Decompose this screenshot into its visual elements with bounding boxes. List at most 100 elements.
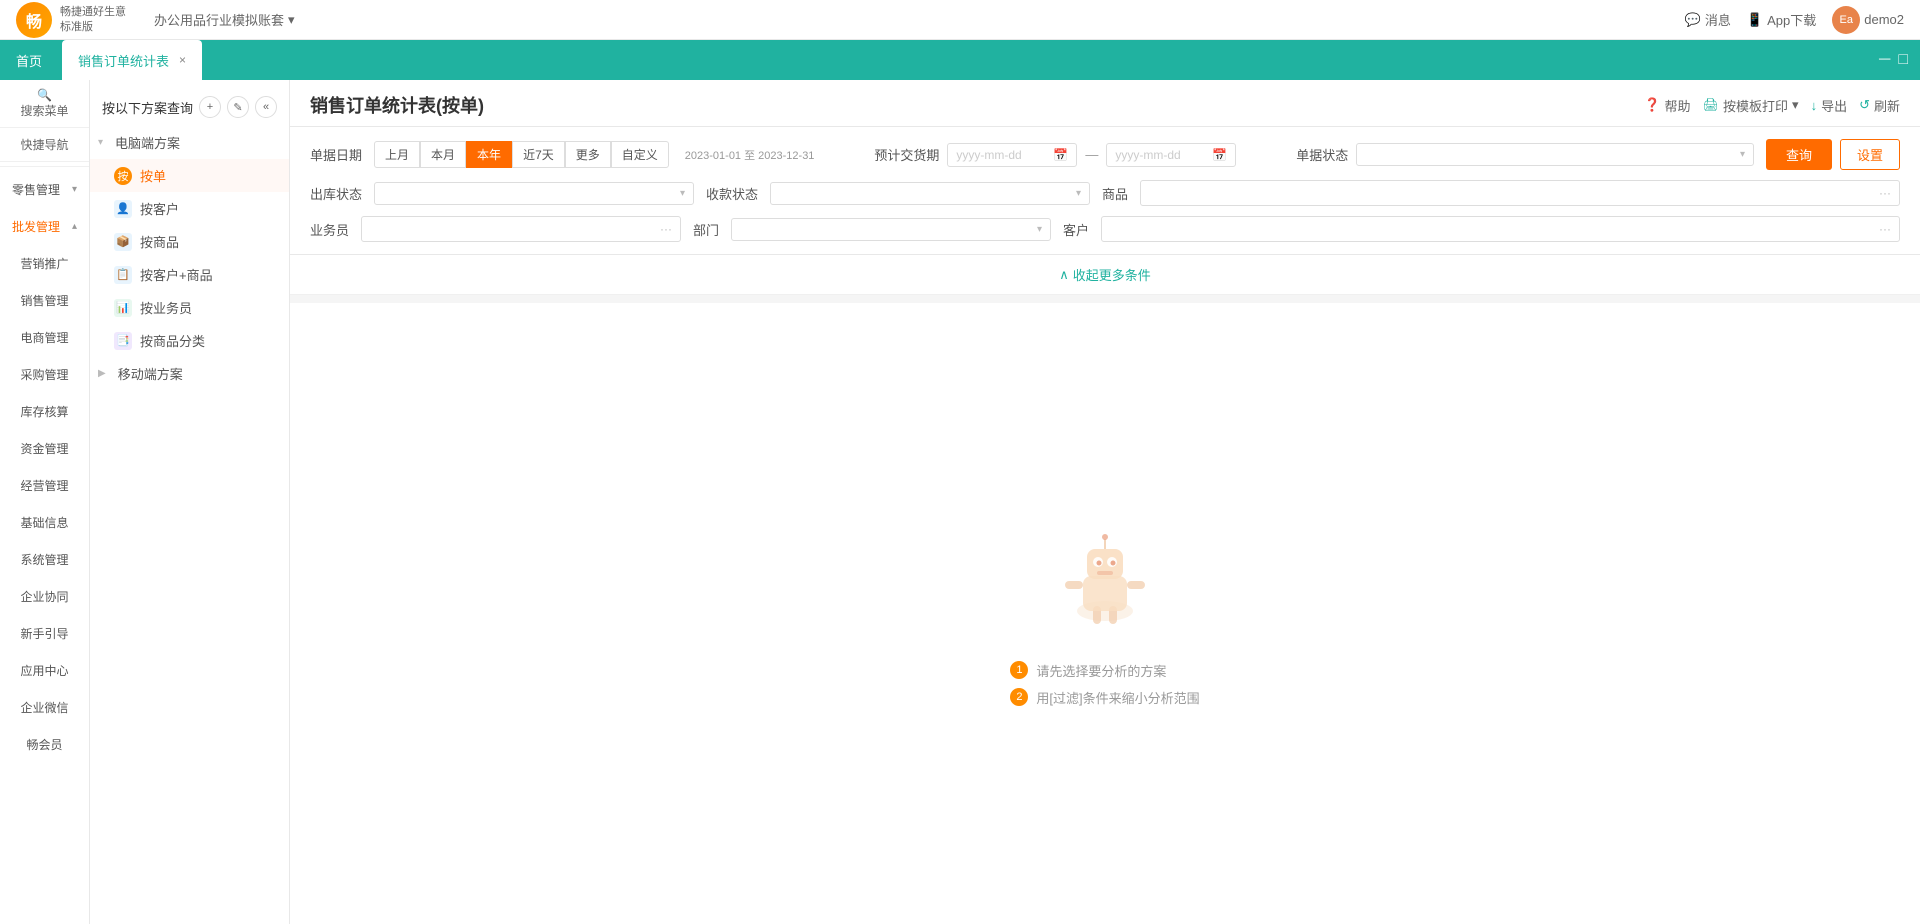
top-bar: 畅 畅捷通好生意 标准版 办公用品行业模拟账套 ▾ 💬 消息 📱 App下载 E… (0, 0, 1920, 40)
date-btn-custom[interactable]: 自定义 (611, 141, 669, 168)
ship-status-select[interactable]: ▾ (374, 182, 694, 205)
sidebar-item-system[interactable]: 系统管理 (0, 541, 89, 578)
business-more-icon: ··· (660, 222, 672, 236)
help-button[interactable]: ❓ 帮助 (1644, 96, 1690, 115)
print-icon: 🖨 (1703, 97, 1720, 113)
sidebar-item-management[interactable]: 经营管理 (0, 467, 89, 504)
sidebar-item-wholesale[interactable]: 批发管理 ▴ (0, 208, 89, 245)
refresh-button[interactable]: ↺ 刷新 (1859, 96, 1900, 115)
page-title: 销售订单统计表(按单) (310, 92, 484, 118)
tab-maximize-icon[interactable]: □ (1898, 51, 1908, 69)
tab-home[interactable]: 首页 (0, 40, 58, 80)
export-icon: ↓ (1811, 98, 1818, 113)
sidebar-search[interactable]: 🔍 搜索菜单 (0, 80, 89, 128)
export-button[interactable]: ↓ 导出 (1811, 96, 1848, 115)
collapse-up-icon: ∧ (1059, 267, 1069, 283)
scheme-item-by-salesperson[interactable]: 📊 按业务员 (90, 291, 289, 324)
template-print-button[interactable]: 🖨 按模板打印 ▾ (1703, 96, 1799, 115)
edit-icon: ✎ (233, 101, 242, 114)
tab-bar: 首页 销售订单统计表 × ─ □ (0, 40, 1920, 80)
scheme-item-by-customer[interactable]: 👤 按客户 (90, 192, 289, 225)
mobile-scheme-group[interactable]: ▶ 移动端方案 (90, 357, 289, 390)
payment-status-label: 收款状态 (706, 184, 758, 203)
customer-label: 客户 (1063, 220, 1089, 239)
message-button[interactable]: 💬 消息 (1685, 10, 1731, 29)
left-panel-header: 按以下方案查询 + ✎ « (90, 88, 289, 126)
wholesale-chevron-icon: ▴ (72, 221, 77, 232)
filter-row-1: 单据日期 上月 本月 本年 近7天 更多 自定义 2023-01-01 至 20… (310, 139, 1900, 170)
scheme-goods-icon: 📦 (114, 233, 132, 251)
app-download-button[interactable]: 📱 App下载 (1747, 10, 1816, 29)
pc-scheme-group: ▾ 电脑端方案 (90, 126, 289, 159)
collapse-conditions-button[interactable]: ∧ 收起更多条件 (1059, 265, 1151, 284)
scheme-item-by-order[interactable]: 按 按单 (90, 159, 289, 192)
left-panel-actions: + ✎ « (199, 96, 277, 118)
predicted-date-to[interactable]: yyyy-mm-dd 📅 (1106, 143, 1236, 167)
date-btn-last-month[interactable]: 上月 (374, 141, 420, 168)
collapse-panel-button[interactable]: « (255, 96, 277, 118)
edit-scheme-button[interactable]: ✎ (227, 96, 249, 118)
sidebar-item-wechat[interactable]: 企业微信 (0, 689, 89, 726)
bill-status-chevron-icon: ▾ (1740, 149, 1745, 160)
user-menu[interactable]: Ea demo2 (1832, 6, 1904, 34)
tab-minimize-icon[interactable]: ─ (1879, 51, 1890, 69)
tab-bar-actions: ─ □ (1879, 51, 1920, 69)
sidebar-item-marketing[interactable]: 营销推广 (0, 245, 89, 282)
sidebar-item-vip[interactable]: 畅会员 (0, 726, 89, 763)
ship-status-chevron-icon: ▾ (680, 188, 685, 199)
filter-area: 单据日期 上月 本月 本年 近7天 更多 自定义 2023-01-01 至 20… (290, 127, 1920, 255)
payment-status-chevron-icon: ▾ (1076, 188, 1081, 199)
empty-robot-svg (1045, 521, 1165, 641)
ship-status-label: 出库状态 (310, 184, 362, 203)
avatar: Ea (1832, 6, 1860, 34)
date-range-hint: 2023-01-01 至 2023-12-31 (685, 147, 815, 163)
settings-button[interactable]: 设置 (1840, 139, 1900, 170)
goods-select[interactable]: ··· (1140, 180, 1900, 206)
empty-hint-1: 1 请先选择要分析的方案 (1010, 661, 1199, 680)
business-select[interactable]: ··· (361, 216, 681, 242)
date-btn-7days[interactable]: 近7天 (512, 141, 565, 168)
predicted-date-from[interactable]: yyyy-mm-dd 📅 (947, 143, 1077, 167)
query-button[interactable]: 查询 (1766, 139, 1832, 170)
sidebar-quick-nav[interactable]: 快捷导航 (0, 128, 89, 162)
sidebar-item-enterprise[interactable]: 企业协同 (0, 578, 89, 615)
add-scheme-button[interactable]: + (199, 96, 221, 118)
sidebar-item-sales[interactable]: 销售管理 (0, 282, 89, 319)
sidebar: 🔍 搜索菜单 快捷导航 零售管理 ▾ 批发管理 ▴ 营销推广 销售管理 电商管理… (0, 80, 90, 924)
customer-select[interactable]: ··· (1101, 216, 1900, 242)
predicted-date-label: 预计交货期 (874, 145, 939, 164)
app-icon: 📱 (1747, 12, 1763, 28)
empty-state: 1 请先选择要分析的方案 2 用[过滤]条件来缩小分析范围 (290, 303, 1920, 924)
scheme-item-by-customer-goods[interactable]: 📋 按客户+商品 (90, 258, 289, 291)
scheme-item-by-category[interactable]: 📑 按商品分类 (90, 324, 289, 357)
help-icon: ❓ (1644, 97, 1660, 113)
tab-close-icon[interactable]: × (179, 53, 186, 67)
industry-selector[interactable]: 办公用品行业模拟账套 ▾ (154, 10, 295, 29)
sidebar-item-basic[interactable]: 基础信息 (0, 504, 89, 541)
page-header-actions: ❓ 帮助 🖨 按模板打印 ▾ ↓ 导出 ↺ 刷新 (1644, 96, 1900, 115)
sidebar-item-inventory[interactable]: 库存核算 (0, 393, 89, 430)
sidebar-item-finance[interactable]: 资金管理 (0, 430, 89, 467)
message-icon: 💬 (1685, 12, 1701, 28)
sidebar-item-appstore[interactable]: 应用中心 (0, 652, 89, 689)
payment-status-select[interactable]: ▾ (770, 182, 1090, 205)
sidebar-item-retail[interactable]: 零售管理 ▾ (0, 171, 89, 208)
date-btn-more[interactable]: 更多 (565, 141, 611, 168)
sidebar-item-newbie[interactable]: 新手引导 (0, 615, 89, 652)
date-btn-this-year[interactable]: 本年 (466, 141, 512, 168)
industry-chevron-icon: ▾ (288, 12, 295, 28)
date-btn-this-month[interactable]: 本月 (420, 141, 466, 168)
scheme-customer-icon: 👤 (114, 200, 132, 218)
dept-select[interactable]: ▾ (731, 218, 1051, 241)
bill-status-select[interactable]: ▾ (1356, 143, 1754, 166)
top-bar-left: 畅 畅捷通好生意 标准版 办公用品行业模拟账套 ▾ (16, 2, 295, 38)
filter-row-3: 业务员 ··· 部门 ▾ 客户 ··· (310, 216, 1900, 242)
calendar-icon-to: 📅 (1212, 148, 1227, 162)
scheme-sales-icon: 📊 (114, 299, 132, 317)
brand-text: 畅捷通好生意 标准版 (60, 5, 126, 34)
sidebar-item-purchase[interactable]: 采购管理 (0, 356, 89, 393)
tab-sales-order-stats[interactable]: 销售订单统计表 × (62, 40, 202, 80)
scheme-item-by-goods[interactable]: 📦 按商品 (90, 225, 289, 258)
goods-label: 商品 (1102, 184, 1128, 203)
sidebar-item-ecommerce[interactable]: 电商管理 (0, 319, 89, 356)
